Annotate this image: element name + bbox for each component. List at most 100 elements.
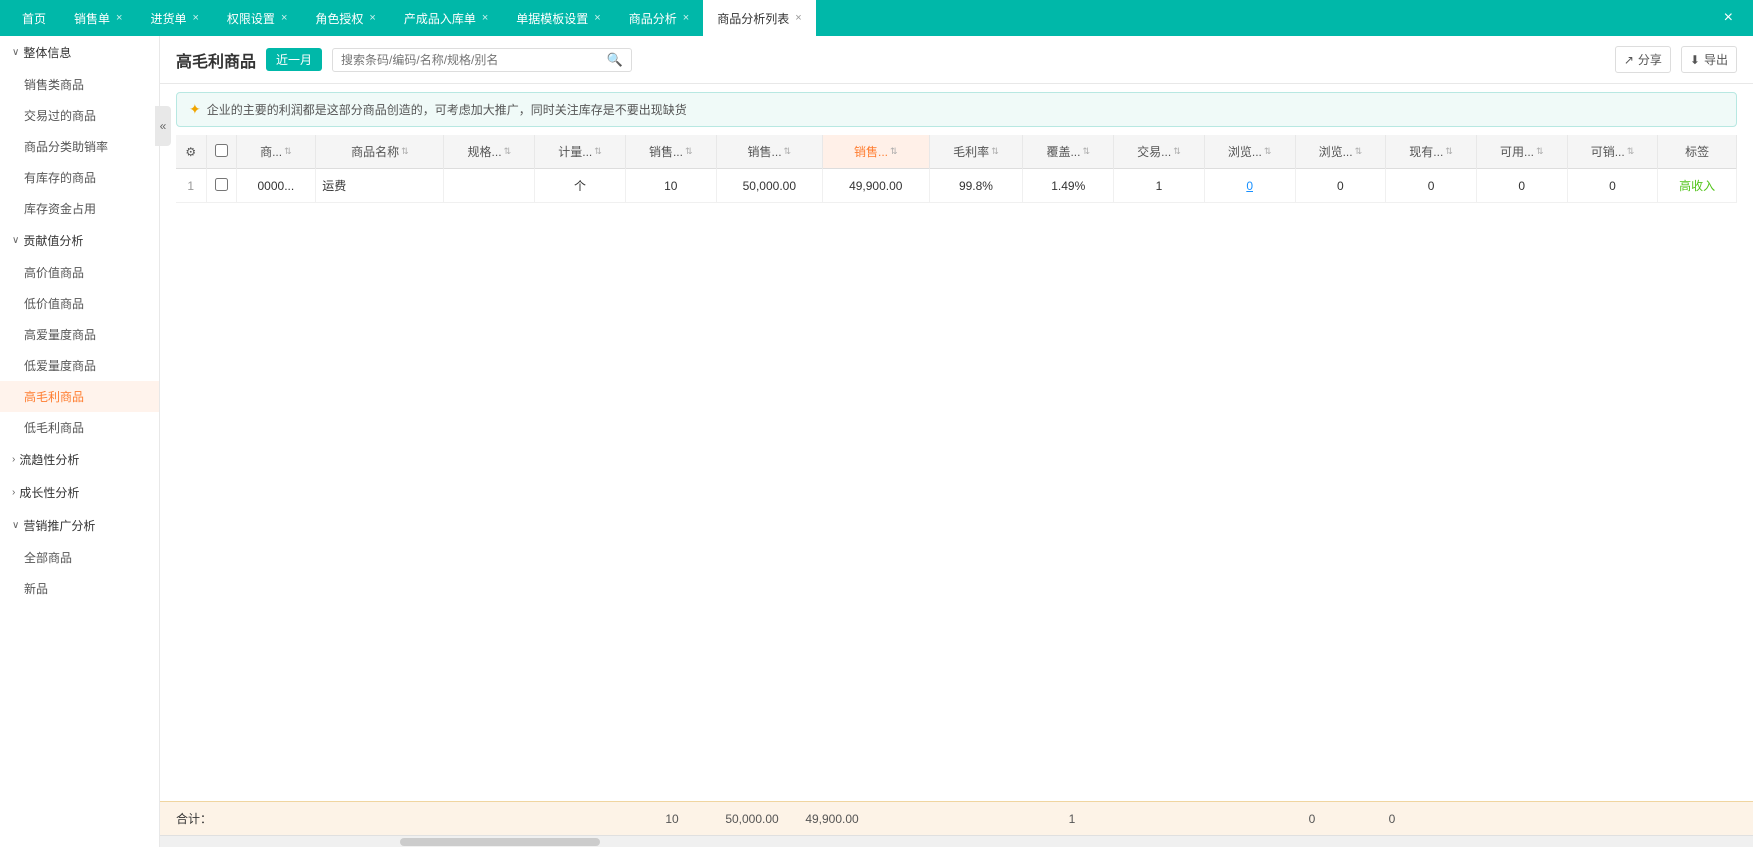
sidebar-item-low-love[interactable]: 低爱量度商品: [0, 350, 159, 381]
col-sales-cost[interactable]: 销售... ⇅: [823, 135, 929, 169]
col-name[interactable]: 商品名称 ⇅: [316, 135, 444, 169]
info-banner: ✦ 企业的主要的利润都是这部分商品创造的，可考虑加大推广，同时关注库存是不要出现…: [176, 92, 1737, 127]
close-icon[interactable]: ×: [369, 12, 375, 24]
col-code[interactable]: 商... ⇅: [236, 135, 316, 169]
share-icon: ↗: [1624, 53, 1634, 67]
row-available: 0: [1476, 169, 1567, 203]
sidebar-item-high-margin[interactable]: 高毛利商品: [0, 381, 159, 412]
row-transaction: 1: [1114, 169, 1205, 203]
sidebar-section-overall[interactable]: ∨ 整体信息: [0, 36, 159, 69]
close-icon[interactable]: ×: [281, 12, 287, 24]
nav-item-permissions[interactable]: 权限设置 ×: [213, 0, 301, 36]
sort-icon: ⇅: [991, 146, 999, 157]
scrollbar-thumb[interactable]: [400, 838, 600, 846]
col-sales-amount[interactable]: 销售... ⇅: [716, 135, 822, 169]
close-icon[interactable]: ×: [116, 12, 122, 24]
close-icon[interactable]: ×: [192, 12, 198, 24]
row-current-stock: 0: [1386, 169, 1477, 203]
search-input[interactable]: [341, 53, 607, 67]
chevron-right-icon: ›: [12, 454, 15, 465]
table-footer: 合计： 10 50,000.00 49,900.00 1 0 0: [160, 801, 1753, 835]
row-name: 运费: [316, 169, 444, 203]
nav-item-home[interactable]: 首页: [8, 0, 60, 36]
col-gross-margin[interactable]: 毛利率 ⇅: [929, 135, 1023, 169]
horizontal-scrollbar[interactable]: [160, 835, 1753, 847]
sort-icon: ⇅: [284, 146, 292, 157]
chevron-right-icon: ›: [12, 487, 15, 498]
nav-item-product-inbound[interactable]: 产成品入库单 ×: [390, 0, 502, 36]
sort-icon: ⇅: [1536, 146, 1544, 157]
row-num: 1: [176, 169, 206, 203]
sort-icon: ⇅: [1627, 146, 1635, 157]
sidebar-collapse-button[interactable]: «: [155, 106, 171, 146]
footer-sales-cost: 49,900.00: [792, 812, 872, 826]
search-icon[interactable]: 🔍: [607, 52, 623, 68]
row-view1[interactable]: 0: [1204, 169, 1295, 203]
close-icon[interactable]: ×: [594, 12, 600, 24]
sidebar-item-new-goods[interactable]: 新品: [0, 573, 159, 604]
col-coverage[interactable]: 覆盖... ⇅: [1023, 135, 1114, 169]
row-select-checkbox[interactable]: [215, 178, 228, 191]
sort-icon: ⇅: [594, 146, 602, 157]
footer-available: 0: [1352, 812, 1432, 826]
sort-icon: ⇅: [1173, 146, 1181, 157]
col-unit[interactable]: 计量... ⇅: [535, 135, 626, 169]
share-button[interactable]: ↗ 分享: [1615, 46, 1671, 73]
sidebar-section-trend[interactable]: › 流趋性分析: [0, 443, 159, 476]
nav-item-role[interactable]: 角色授权 ×: [301, 0, 389, 36]
sidebar-item-high-love[interactable]: 高爱量度商品: [0, 319, 159, 350]
row-gross-margin: 99.8%: [929, 169, 1023, 203]
row-checkbox[interactable]: [206, 169, 236, 203]
sidebar-item-stock-capital[interactable]: 库存资金占用: [0, 193, 159, 224]
chevron-down-icon: ∨: [12, 520, 19, 531]
col-saleable[interactable]: 可销... ⇅: [1567, 135, 1658, 169]
sidebar-item-low-margin[interactable]: 低毛利商品: [0, 412, 159, 443]
col-settings[interactable]: ⚙: [176, 135, 206, 169]
settings-icon: ⚙: [185, 145, 196, 159]
sidebar-section-growth[interactable]: › 成长性分析: [0, 476, 159, 509]
nav-item-template[interactable]: 单据模板设置 ×: [502, 0, 614, 36]
col-available[interactable]: 可用... ⇅: [1476, 135, 1567, 169]
sort-icon: ⇅: [1445, 146, 1453, 157]
sidebar-section-contribution[interactable]: ∨ 贡献值分析: [0, 224, 159, 257]
sidebar-section-marketing[interactable]: ∨ 营销推广分析: [0, 509, 159, 542]
row-spec: [444, 169, 535, 203]
col-current-stock[interactable]: 现有... ⇅: [1386, 135, 1477, 169]
sort-icon: ⇅: [685, 146, 693, 157]
sidebar-item-category-rate[interactable]: 商品分类助销率: [0, 131, 159, 162]
nav-item-analysis[interactable]: 商品分析 ×: [615, 0, 703, 36]
col-view2[interactable]: 浏览... ⇅: [1295, 135, 1386, 169]
col-view1[interactable]: 浏览... ⇅: [1204, 135, 1295, 169]
nav-item-analysis-list[interactable]: 商品分析列表 ×: [703, 0, 815, 36]
row-sales-amount: 50,000.00: [716, 169, 822, 203]
sidebar-item-stock-goods[interactable]: 有库存的商品: [0, 162, 159, 193]
nav-item-sales[interactable]: 销售单 ×: [60, 0, 136, 36]
sort-icon: ⇅: [890, 146, 898, 157]
col-checkbox[interactable]: [206, 135, 236, 169]
chevron-down-icon: ∨: [12, 47, 19, 58]
col-tag[interactable]: 标签: [1658, 135, 1737, 169]
sidebar-item-all-goods[interactable]: 全部商品: [0, 542, 159, 573]
export-button[interactable]: ⬇ 导出: [1681, 46, 1737, 73]
close-icon[interactable]: ×: [795, 12, 801, 24]
close-icon[interactable]: ×: [683, 12, 689, 24]
close-icon[interactable]: ×: [482, 12, 488, 24]
row-unit: 个: [535, 169, 626, 203]
header-actions: ↗ 分享 ⬇ 导出: [1615, 46, 1737, 73]
col-spec[interactable]: 规格... ⇅: [444, 135, 535, 169]
window-close-button[interactable]: ×: [1712, 9, 1745, 27]
col-sales-qty[interactable]: 销售... ⇅: [625, 135, 716, 169]
sidebar-item-low-value[interactable]: 低价值商品: [0, 288, 159, 319]
sidebar-item-traded-goods[interactable]: 交易过的商品: [0, 100, 159, 131]
sidebar-item-sales-goods[interactable]: 销售类商品: [0, 69, 159, 100]
date-filter-button[interactable]: 近一月: [266, 48, 322, 71]
sidebar: ∨ 整体信息 销售类商品 交易过的商品 商品分类助销率 有库存的商品 库存资金占…: [0, 36, 160, 847]
nav-item-purchase[interactable]: 进货单 ×: [136, 0, 212, 36]
col-transaction[interactable]: 交易... ⇅: [1114, 135, 1205, 169]
table-row: 1 0000... 运费 个 10 50,000.00 49,900.00 99…: [176, 169, 1737, 203]
top-navigation: 首页 销售单 × 进货单 × 权限设置 × 角色授权 × 产成品入库单 × 单据…: [0, 0, 1753, 36]
sidebar-item-high-value[interactable]: 高价值商品: [0, 257, 159, 288]
select-all-checkbox[interactable]: [215, 144, 228, 157]
sort-icon: ⇅: [784, 146, 792, 157]
sort-icon: ⇅: [1264, 146, 1272, 157]
